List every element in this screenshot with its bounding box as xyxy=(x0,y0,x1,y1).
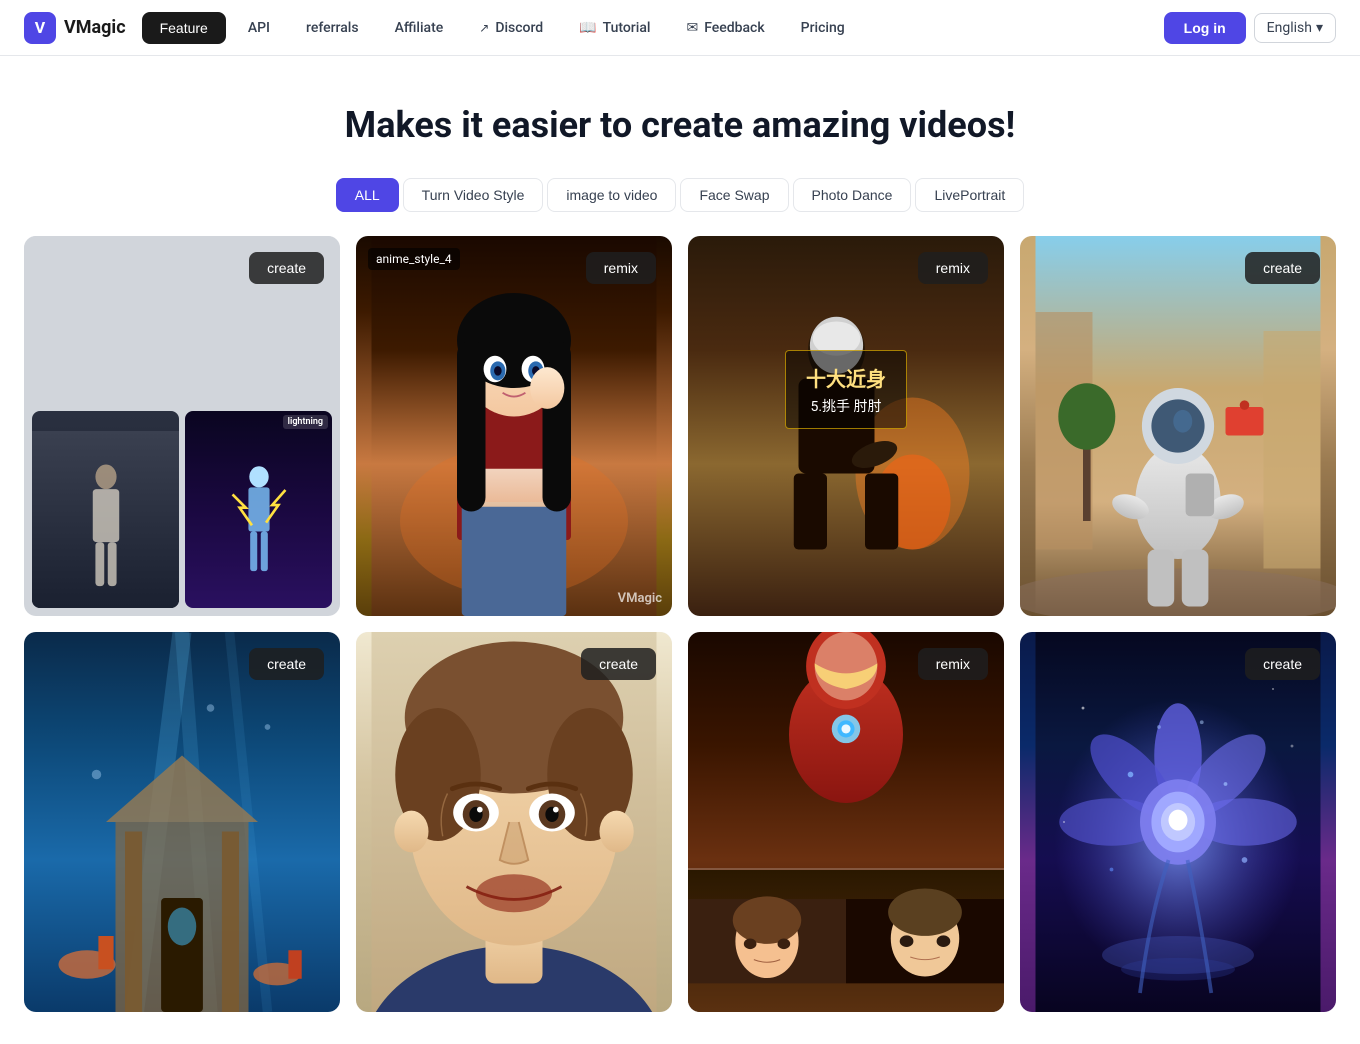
login-button[interactable]: Log in xyxy=(1164,12,1246,44)
glow-person xyxy=(214,451,302,608)
man-face xyxy=(356,632,672,1012)
card-2-remix-button[interactable]: remix xyxy=(586,252,656,284)
card-5-create-button[interactable]: create xyxy=(249,648,324,680)
card-8-image xyxy=(1020,632,1336,1012)
card-2-style-label: anime_style_4 xyxy=(368,248,460,270)
card-2-watermark: VMagic xyxy=(618,591,662,606)
card-6: create xyxy=(356,632,672,1012)
affiliate-link[interactable]: Affiliate xyxy=(381,12,458,44)
filter-tab-liveportrait[interactable]: LivePortrait xyxy=(915,178,1024,212)
face-ref-2 xyxy=(846,870,1004,1012)
card-5: create xyxy=(24,632,340,1012)
navbar: V VMagic Feature API referrals Affiliate… xyxy=(0,0,1360,56)
pricing-label: Pricing xyxy=(801,20,845,36)
content-grid: create lightning xyxy=(0,236,1360,1044)
referrals-label: referrals xyxy=(306,20,359,36)
card-7: remix xyxy=(688,632,1004,1012)
person-silhouette xyxy=(61,451,149,608)
card-3-text-line1: 十大近身 xyxy=(806,363,886,392)
filter-tab-photo-dance[interactable]: Photo Dance xyxy=(793,178,912,212)
card-3: 十大近身 5.挑手 肘肘 remix xyxy=(688,236,1004,616)
logo-icon: V xyxy=(24,12,56,44)
tutorial-label: Tutorial xyxy=(603,20,651,36)
filter-tab-image-to-video[interactable]: image to video xyxy=(547,178,676,212)
language-selector[interactable]: English ▾ xyxy=(1254,13,1336,43)
book-icon: 📖 xyxy=(579,20,596,36)
chevron-down-icon: ▾ xyxy=(1316,20,1323,36)
card-1-bottom: lightning xyxy=(24,403,340,616)
feedback-link[interactable]: ✉ Feedback xyxy=(672,12,778,44)
card-4-create-button[interactable]: create xyxy=(1245,252,1320,284)
card-6-image xyxy=(356,632,672,1012)
card-1-thumb-left xyxy=(32,411,179,608)
card-8-create-button[interactable]: create xyxy=(1245,648,1320,680)
flower-scene xyxy=(1020,632,1336,1012)
card-2: anime_style_4 remix VMagic xyxy=(356,236,672,616)
filter-tab-face-swap[interactable]: Face Swap xyxy=(680,178,788,212)
anime-girl xyxy=(356,236,672,616)
lightning-label: lightning xyxy=(283,415,328,429)
filter-tab-turn-video[interactable]: Turn Video Style xyxy=(403,178,544,212)
feedback-label: Feedback xyxy=(704,20,764,36)
brand-name: VMagic xyxy=(64,17,126,38)
card-4-image xyxy=(1020,236,1336,616)
pricing-link[interactable]: Pricing xyxy=(787,12,859,44)
affiliate-label: Affiliate xyxy=(395,20,444,36)
card-4: create xyxy=(1020,236,1336,616)
card-2-image xyxy=(356,236,672,616)
card-6-create-button[interactable]: create xyxy=(581,648,656,680)
card-3-remix-button[interactable]: remix xyxy=(918,252,988,284)
card-1-thumb-right: lightning xyxy=(185,411,332,608)
brand-logo[interactable]: V VMagic xyxy=(24,12,126,44)
hero-section: Makes it easier to create amazing videos… xyxy=(0,56,1360,178)
card-3-overlay-box: 十大近身 5.挑手 肘肘 xyxy=(785,350,907,429)
card-7-remix-button[interactable]: remix xyxy=(918,648,988,680)
mail-icon: ✉ xyxy=(686,20,698,36)
card-1-create-button[interactable]: create xyxy=(249,252,324,284)
api-link[interactable]: API xyxy=(234,12,284,44)
card-8: create xyxy=(1020,632,1336,1012)
filter-tab-all[interactable]: ALL xyxy=(336,178,399,212)
astronaut-scene xyxy=(1020,236,1336,616)
card-1: create lightning xyxy=(24,236,340,616)
feature-button[interactable]: Feature xyxy=(142,12,226,44)
hero-title: Makes it easier to create amazing videos… xyxy=(24,104,1336,146)
filter-bar: ALL Turn Video Style image to video Face… xyxy=(0,178,1360,236)
card-3-text-line2: 5.挑手 肘肘 xyxy=(806,396,886,416)
underwater-scene xyxy=(24,632,340,1012)
discord-link[interactable]: ↗ Discord xyxy=(465,12,557,44)
card-5-image xyxy=(24,632,340,1012)
referrals-link[interactable]: referrals xyxy=(292,12,373,44)
lang-label: English xyxy=(1267,20,1312,36)
face-ref-1 xyxy=(688,870,846,1012)
card-7-bottom xyxy=(688,868,1004,1012)
tutorial-link[interactable]: 📖 Tutorial xyxy=(565,12,664,44)
api-label: API xyxy=(248,20,270,36)
external-link-icon: ↗ xyxy=(479,21,489,35)
discord-label: Discord xyxy=(495,20,543,36)
